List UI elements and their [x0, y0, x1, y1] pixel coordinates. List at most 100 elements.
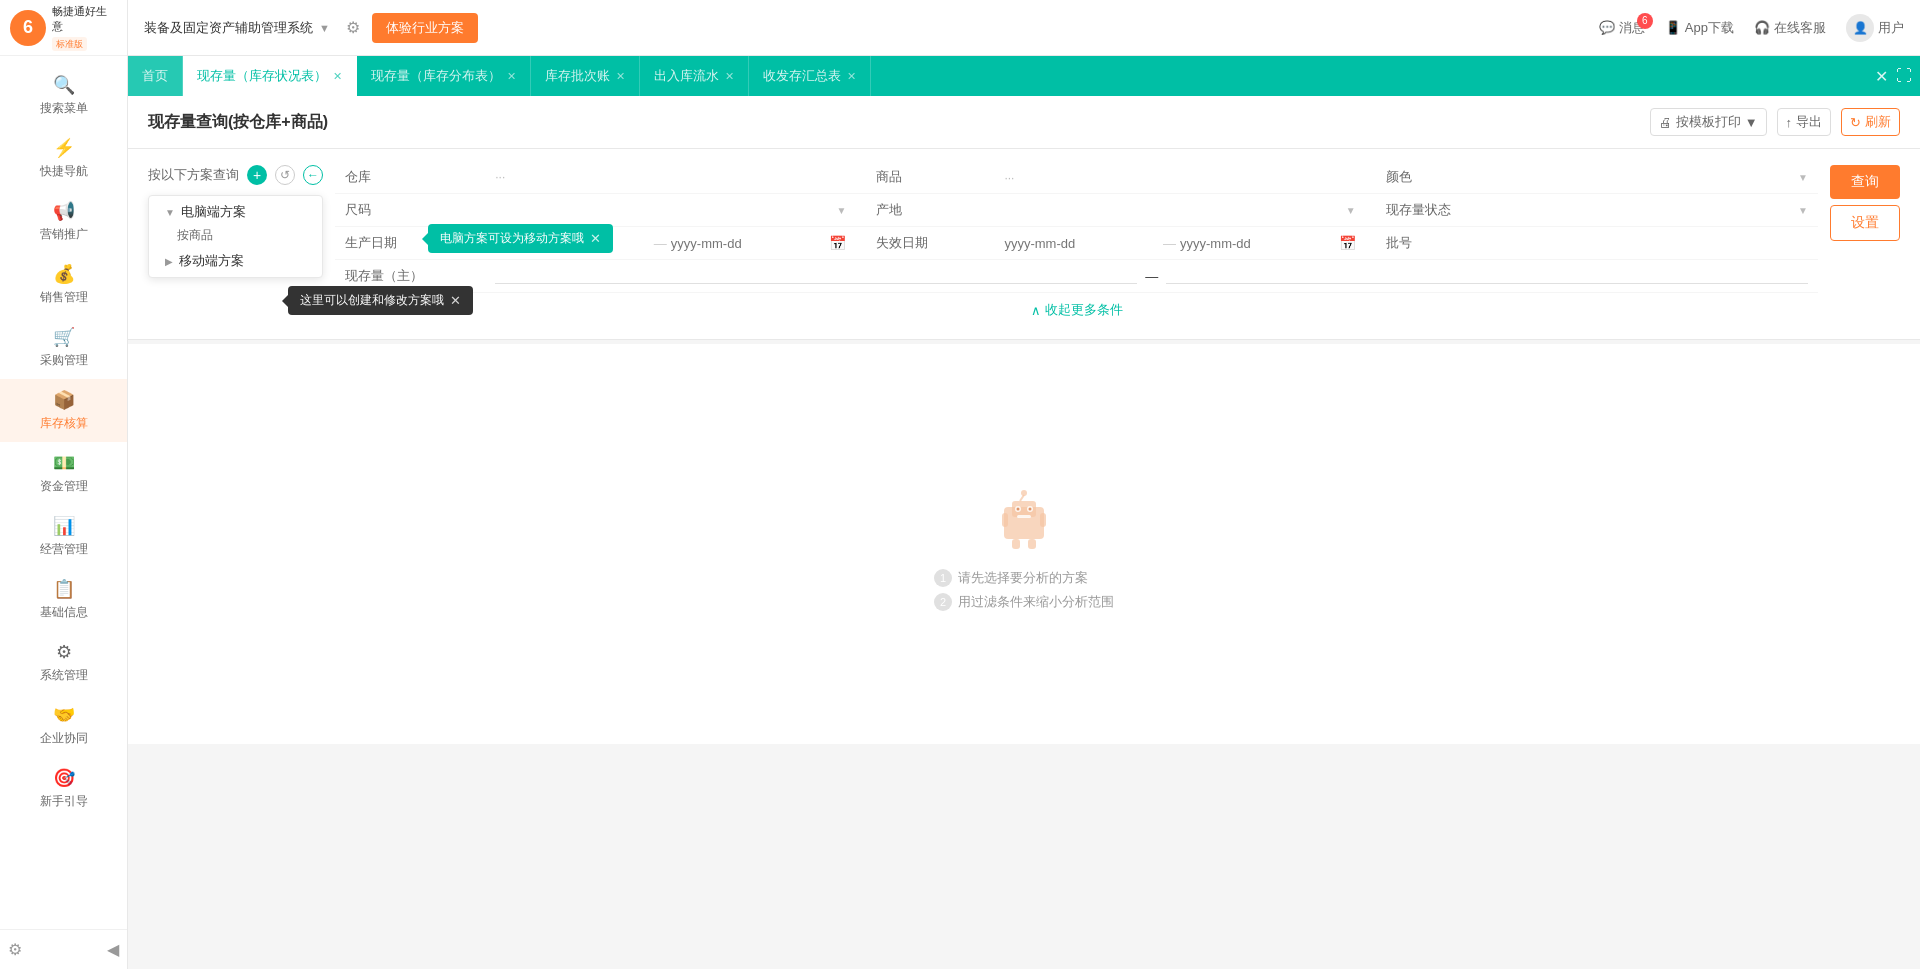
tab-maximize-icon[interactable]: ⛶: [1896, 67, 1912, 85]
empty-tips: 1 请先选择要分析的方案 2 用过滤条件来缩小分析范围: [934, 569, 1114, 611]
tab-close-summary[interactable]: ✕: [847, 70, 856, 83]
filter-action-col: 查询 设置: [1830, 161, 1900, 241]
tooltip-edit-schema-close[interactable]: ✕: [450, 293, 461, 308]
qty-input-end[interactable]: [1166, 268, 1808, 284]
sidebar-item-purchase[interactable]: 🛒 采购管理: [0, 316, 127, 379]
expire-date-cell: — 📅: [994, 227, 1365, 260]
topbar-system: 装备及固定资产辅助管理系统 ▼: [144, 19, 330, 37]
quicknav-icon: ⚡: [53, 137, 75, 159]
batch-input-cell: [1511, 227, 1818, 260]
app-download-btn[interactable]: 📱 App下载: [1665, 19, 1734, 37]
svg-rect-7: [1002, 513, 1008, 527]
system-name[interactable]: 装备及固定资产辅助管理系统: [144, 19, 313, 37]
collab-icon: 🤝: [53, 704, 75, 726]
tab-close-stock-dist[interactable]: ✕: [507, 70, 516, 83]
solution-btn[interactable]: 体验行业方案: [372, 13, 478, 43]
tab-inout[interactable]: 出入库流水 ✕: [640, 56, 749, 96]
settings-gear-icon[interactable]: ⚙: [346, 18, 360, 37]
filter-row-1: 仓库 ··· 商品 ··· 颜色: [335, 161, 1818, 194]
sidebar-item-quicknav[interactable]: ⚡ 快捷导航: [0, 127, 127, 190]
inventory-icon: 📦: [53, 389, 75, 411]
tooltip-edit-schema: 这里可以创建和修改方案哦 ✕: [288, 286, 473, 315]
svg-point-12: [1021, 490, 1027, 496]
guide-icon: 🎯: [53, 767, 75, 789]
print-btn[interactable]: 🖨 按模板打印 ▼: [1650, 108, 1767, 136]
sidebar-collapse-btn[interactable]: ◀: [107, 940, 119, 959]
refresh-icon: ↻: [1850, 115, 1861, 130]
operations-icon: 📊: [53, 515, 75, 537]
qty-dash: —: [1145, 269, 1158, 284]
system-dropdown-arrow[interactable]: ▼: [319, 22, 330, 34]
stock-status-arrow[interactable]: ▼: [1798, 205, 1808, 216]
avatar: 👤: [1846, 14, 1874, 42]
goods-dots[interactable]: ···: [1004, 171, 1014, 185]
sidebar-item-sales[interactable]: 💰 销售管理: [0, 253, 127, 316]
page-header: 现存量查询(按仓库+商品) 🖨 按模板打印 ▼ ↑ 导出 ↻ 刷新: [128, 96, 1920, 149]
batch-input[interactable]: [1521, 236, 1689, 251]
warehouse-label: 仓库: [335, 161, 485, 194]
tab-batch[interactable]: 库存批次账 ✕: [531, 56, 640, 96]
sidebar-item-marketing[interactable]: 📢 营销推广: [0, 190, 127, 253]
schema-node-desktop[interactable]: ▼ 电脑端方案: [149, 200, 322, 224]
tab-home[interactable]: 首页: [128, 56, 183, 96]
tooltip-add-schema-close[interactable]: ✕: [590, 231, 601, 246]
marketing-icon: 📢: [53, 200, 75, 222]
export-btn[interactable]: ↑ 导出: [1777, 108, 1832, 136]
empty-tip-1: 1 请先选择要分析的方案: [934, 569, 1114, 587]
schema-sub1[interactable]: 按商品: [149, 224, 322, 247]
origin-arrow[interactable]: ▼: [1346, 205, 1356, 216]
sales-icon: 💰: [53, 263, 75, 285]
tab-close-all-icon[interactable]: ✕: [1875, 67, 1888, 86]
sidebar-logo: 6 畅捷通好生意 标准版: [0, 0, 127, 56]
color-arrow[interactable]: ▼: [1798, 172, 1808, 183]
expire-date-dash: —: [1163, 236, 1176, 251]
expire-date-input-end[interactable]: [1180, 236, 1335, 251]
support-btn[interactable]: 🎧 在线客服: [1754, 19, 1826, 37]
filter-settings-btn[interactable]: 设置: [1830, 205, 1900, 241]
goods-input-cell: ···: [994, 161, 1365, 194]
qty-input-start[interactable]: [495, 268, 1137, 284]
size-arrow[interactable]: ▼: [837, 205, 847, 216]
color-label: 颜色: [1366, 161, 1512, 194]
sidebar-item-guide[interactable]: 🎯 新手引导: [0, 757, 127, 820]
filter-reset-btn[interactable]: ↺: [275, 165, 295, 185]
sidebar-item-finance[interactable]: 💵 资金管理: [0, 442, 127, 505]
expire-date-input[interactable]: [1004, 236, 1159, 251]
tab-stock-status[interactable]: 现存量（库存状况表） ✕: [183, 56, 357, 96]
svg-rect-10: [1028, 539, 1036, 549]
tab-right-controls: ✕ ⛶: [1867, 56, 1920, 96]
sidebar-item-system[interactable]: ⚙ 系统管理: [0, 631, 127, 694]
collapse-btn[interactable]: ∧ 收起更多条件: [335, 293, 1818, 327]
sidebar-item-collab[interactable]: 🤝 企业协同: [0, 694, 127, 757]
tab-close-stock-status[interactable]: ✕: [333, 70, 342, 83]
tabbar: 首页 现存量（库存状况表） ✕ 现存量（库存分布表） ✕ 库存批次账 ✕ 出入库…: [128, 56, 1920, 96]
tab-close-batch[interactable]: ✕: [616, 70, 625, 83]
empty-tip-2: 2 用过滤条件来缩小分析范围: [934, 593, 1114, 611]
schema-toggle-desktop: ▼: [165, 207, 175, 218]
message-btn[interactable]: 💬 消息 6: [1599, 19, 1645, 37]
schema-node-mobile[interactable]: ▶ 移动端方案: [149, 249, 322, 273]
prod-date-calendar-icon[interactable]: 📅: [829, 235, 846, 251]
sidebar-item-search[interactable]: 🔍 搜索菜单: [0, 64, 127, 127]
sidebar-settings-btn[interactable]: ⚙: [8, 940, 22, 959]
expire-date-calendar-icon[interactable]: 📅: [1339, 235, 1356, 251]
user-btn[interactable]: 👤 用户: [1846, 14, 1904, 42]
sidebar-item-basicinfo[interactable]: 📋 基础信息: [0, 568, 127, 631]
warehouse-dots[interactable]: ···: [495, 170, 505, 184]
svg-point-4: [1017, 508, 1020, 511]
tab-summary[interactable]: 收发存汇总表 ✕: [749, 56, 871, 96]
tooltip-green-content: 电脑方案可设为移动方案哦 ✕: [428, 224, 613, 253]
tab-close-inout[interactable]: ✕: [725, 70, 734, 83]
query-btn[interactable]: 查询: [1830, 165, 1900, 199]
prod-date-input-end[interactable]: [671, 236, 826, 251]
app-logo-icon: 6: [10, 10, 46, 46]
empty-state: 1 请先选择要分析的方案 2 用过滤条件来缩小分析范围: [914, 417, 1134, 671]
sidebar-item-operations[interactable]: 📊 经营管理: [0, 505, 127, 568]
refresh-btn[interactable]: ↻ 刷新: [1841, 108, 1900, 136]
tab-stock-dist[interactable]: 现存量（库存分布表） ✕: [357, 56, 531, 96]
sidebar-item-inventory[interactable]: 📦 库存核算: [0, 379, 127, 442]
filter-arrow-btn[interactable]: ←: [303, 165, 323, 185]
size-input-cell: ▼: [485, 194, 856, 227]
svg-rect-6: [1017, 515, 1031, 518]
filter-add-btn[interactable]: +: [247, 165, 267, 185]
